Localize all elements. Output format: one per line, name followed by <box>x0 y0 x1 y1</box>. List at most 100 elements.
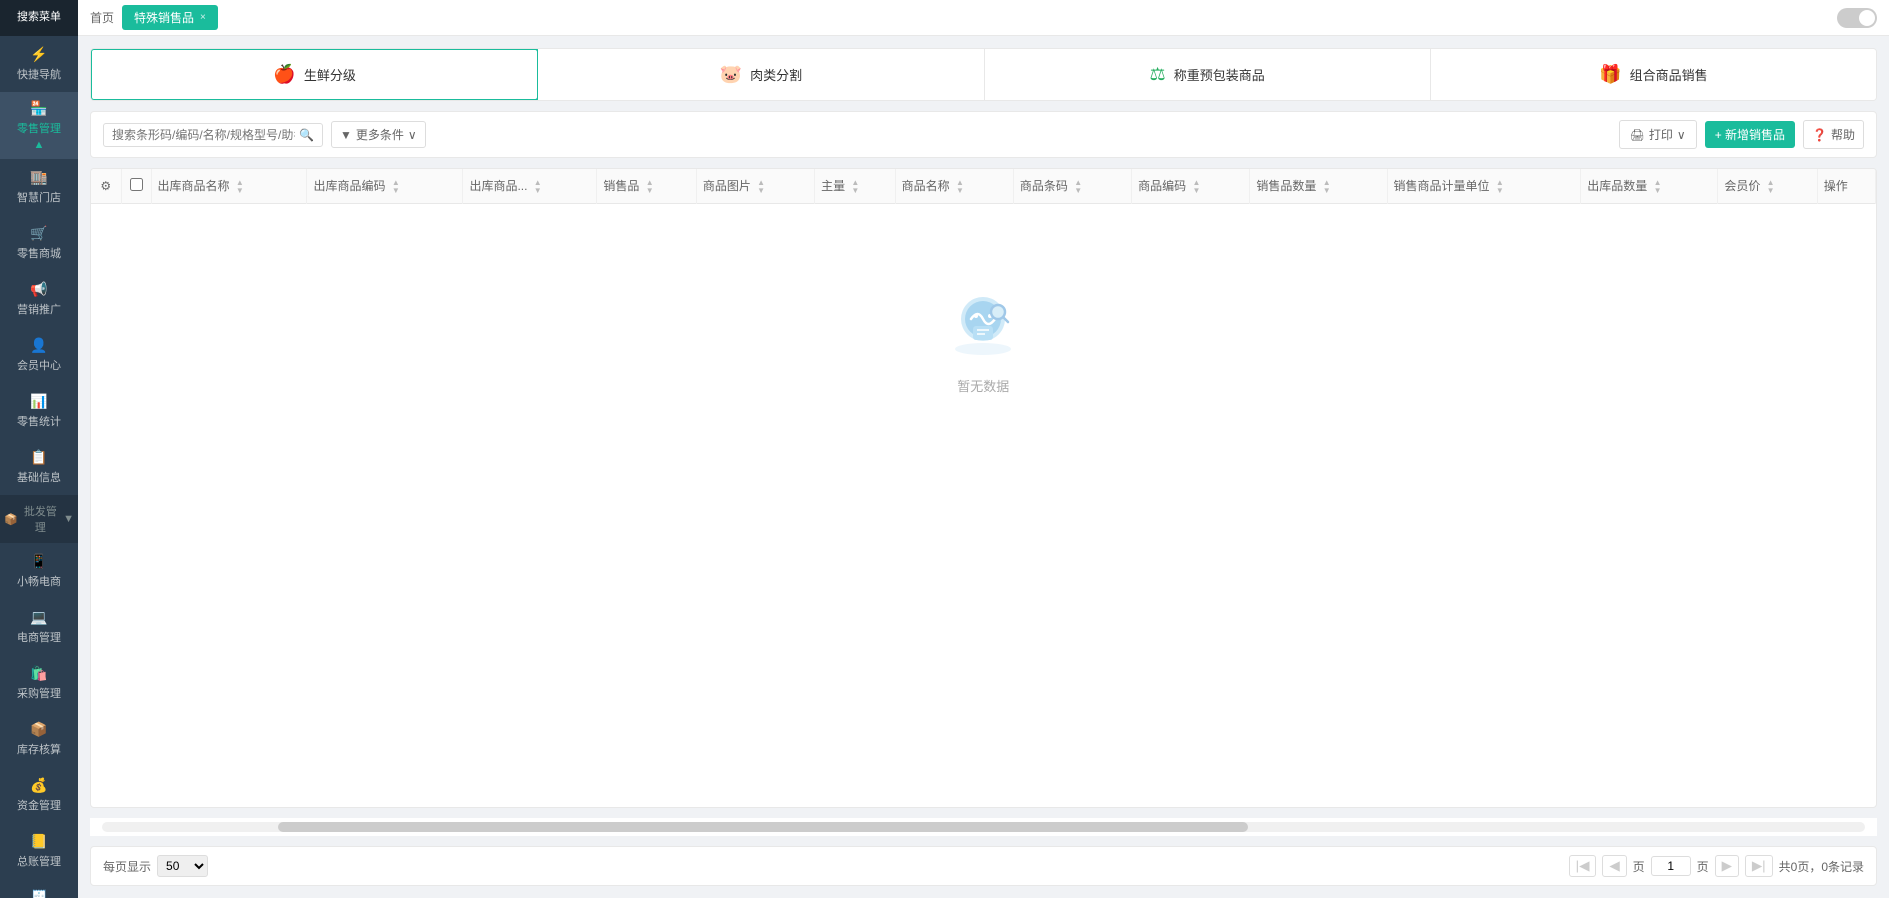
th-out-qty[interactable]: 出库品数量 ▲▼ <box>1581 169 1718 203</box>
chevron-down-icon: ▼ <box>63 513 74 525</box>
th-out-code[interactable]: 出库商品编码 ▲▼ <box>307 169 463 203</box>
th-out-spec[interactable]: 出库商品... ▲▼ <box>463 169 597 203</box>
sidebar-item-smart-store[interactable]: 🏬 智慧门店 <box>0 159 78 215</box>
tab-combo[interactable]: 🎁 组合商品销售 <box>1431 49 1876 100</box>
sidebar-item-basic-info[interactable]: 📋 基础信息 <box>0 439 78 495</box>
home-link[interactable]: 首页 <box>90 9 114 26</box>
horizontal-scrollbar[interactable] <box>102 822 1865 832</box>
select-all-checkbox[interactable] <box>130 178 143 191</box>
fresh-icon: 🍎 <box>273 64 295 85</box>
new-button[interactable]: + 新增销售品 <box>1705 121 1795 148</box>
sidebar-item-member-center[interactable]: 👤 会员中心 <box>0 327 78 383</box>
sort-icon: ▲▼ <box>1767 179 1775 195</box>
scrollbar-thumb[interactable] <box>278 822 1248 832</box>
sidebar-item-wholesale-mgmt[interactable]: 📦 批发管理 ▼ <box>0 495 78 543</box>
filter-icon: ▼ <box>340 128 352 142</box>
finance-icon: 💰 <box>30 777 47 794</box>
sidebar-item-label: 总账管理 <box>17 853 61 869</box>
sidebar-item-quick-nav[interactable]: ⚡ 快捷导航 <box>0 36 78 92</box>
sort-icon: ▲▼ <box>1193 179 1201 195</box>
main-content: 首页 特殊销售品 × 🍎 生鲜分级 🐷 肉类分割 ⚖ 称重预包装商品 <box>78 0 1889 898</box>
per-page-select[interactable]: 50 20 100 200 <box>157 855 208 877</box>
last-page-button[interactable]: ▶| <box>1745 855 1773 877</box>
sidebar-item-retail-stats[interactable]: 📊 零售统计 <box>0 383 78 439</box>
toolbar-right: 🖨 打印 ∨ + 新增销售品 ❓ 帮助 <box>1619 120 1864 149</box>
combo-icon: 🎁 <box>1599 64 1621 85</box>
page-label: 页 <box>1633 858 1645 875</box>
sidebar-item-invoice-mgmt[interactable]: 🧾 发票管理 <box>0 879 78 898</box>
sidebar-logo[interactable]: 搜索菜单 <box>0 0 78 36</box>
th-member-price[interactable]: 会员价 ▲▼ <box>1718 169 1817 203</box>
tab-meat[interactable]: 🐷 肉类分割 <box>538 49 984 100</box>
print-chevron: ∨ <box>1677 128 1686 142</box>
sort-icon: ▲▼ <box>646 179 654 195</box>
help-label: 帮助 <box>1831 126 1855 143</box>
sidebar-item-general-ledger[interactable]: 📒 总账管理 <box>0 823 78 879</box>
sidebar-item-purchase-mgmt[interactable]: 🛍️ 采购管理 <box>0 655 78 711</box>
sort-icon: ▲▼ <box>956 179 964 195</box>
first-page-button[interactable]: |◀ <box>1569 855 1597 877</box>
filter-button[interactable]: ▼ 更多条件 ∨ <box>331 121 426 148</box>
th-goods-code[interactable]: 商品编码 ▲▼ <box>1132 169 1250 203</box>
sidebar-item-label: 零售商城 <box>17 245 61 261</box>
sidebar-item-retail-mall[interactable]: 🛒 零售商城 <box>0 215 78 271</box>
sidebar-item-finance[interactable]: 💰 资金管理 <box>0 767 78 823</box>
th-actions: 操作 <box>1817 169 1875 203</box>
tab-scale[interactable]: ⚖ 称重预包装商品 <box>985 49 1431 100</box>
total-label: 共0页，0条记录 <box>1779 858 1864 875</box>
next-page-button[interactable]: ▶ <box>1715 855 1739 877</box>
sidebar-item-label: 小畅电商 <box>17 573 61 589</box>
per-page-label: 每页显示 <box>103 858 151 875</box>
th-weight[interactable]: 主量 ▲▼ <box>815 169 896 203</box>
search-box[interactable]: 🔍 <box>103 123 323 147</box>
tab-fresh-label: 生鲜分级 <box>304 65 356 84</box>
sidebar-item-marketing[interactable]: 📢 营销推广 <box>0 271 78 327</box>
retail-mall-icon: 🛒 <box>30 225 47 242</box>
search-input[interactable] <box>112 128 295 142</box>
active-tab[interactable]: 特殊销售品 × <box>122 5 218 30</box>
sidebar-item-inventory[interactable]: 📦 库存核算 <box>0 711 78 767</box>
close-tab-icon[interactable]: × <box>200 12 206 23</box>
page-input[interactable] <box>1651 856 1691 876</box>
th-sales-item[interactable]: 销售品 ▲▼ <box>597 169 696 203</box>
help-button[interactable]: ❓ 帮助 <box>1803 120 1864 149</box>
sidebar-item-retail-mgmt[interactable]: 🏪 零售管理 ▲ <box>0 92 78 159</box>
empty-state: 暂无数据 <box>91 204 1876 475</box>
wholesale-icon: 📦 <box>4 513 18 526</box>
th-out-name[interactable]: 出库商品名称 ▲▼ <box>151 169 307 203</box>
content-area: 🍎 生鲜分级 🐷 肉类分割 ⚖ 称重预包装商品 🎁 组合商品销售 🔍 <box>78 36 1889 898</box>
member-icon: 👤 <box>30 337 47 354</box>
th-checkbox[interactable] <box>121 169 151 203</box>
filter-label: 更多条件 <box>356 126 404 143</box>
topbar: 首页 特殊销售品 × <box>78 0 1889 36</box>
toggle-switch[interactable] <box>1837 8 1877 28</box>
th-img[interactable]: 商品图片 ▲▼ <box>696 169 814 203</box>
tab-meat-label: 肉类分割 <box>750 65 802 84</box>
th-sales-qty[interactable]: 销售品数量 ▲▼ <box>1250 169 1387 203</box>
marketing-icon: 📢 <box>30 281 47 298</box>
quick-nav-icon: ⚡ <box>30 46 47 63</box>
data-table: ⚙ 出库商品名称 ▲▼ 出库商品编码 ▲▼ 出库商品... ▲▼ <box>91 169 1876 475</box>
stats-icon: 📊 <box>30 393 47 410</box>
sidebar-item-label: 智慧门店 <box>17 189 61 205</box>
new-label: + 新增销售品 <box>1715 126 1785 143</box>
sort-icon: ▲▼ <box>1654 179 1662 195</box>
th-sales-unit[interactable]: 销售商品计量单位 ▲▼ <box>1387 169 1581 203</box>
sidebar-item-mini-ecom[interactable]: 📱 小畅电商 <box>0 543 78 599</box>
empty-illustration <box>943 284 1023 364</box>
sidebar-item-label: 营销推广 <box>17 301 61 317</box>
sidebar: 搜索菜单 ⚡ 快捷导航 🏪 零售管理 ▲ 🏬 智慧门店 🛒 零售商城 📢 营销推… <box>0 0 78 898</box>
page-size-control: 每页显示 50 20 100 200 <box>103 855 208 877</box>
sidebar-item-ecom-mgmt[interactable]: 💻 电商管理 <box>0 599 78 655</box>
tab-fresh[interactable]: 🍎 生鲜分级 <box>90 48 539 101</box>
toolbar: 🔍 ▼ 更多条件 ∨ 🖨 打印 ∨ + 新增销售品 ❓ <box>90 111 1877 158</box>
print-button[interactable]: 🖨 打印 ∨ <box>1619 120 1697 149</box>
pagination: 每页显示 50 20 100 200 |◀ ◀ 页 页 ▶ ▶| 共0页，0条记… <box>90 846 1877 886</box>
mini-ecom-icon: 📱 <box>30 553 47 570</box>
prev-page-button[interactable]: ◀ <box>1602 855 1626 877</box>
sort-icon: ▲▼ <box>534 179 542 195</box>
th-goods-name[interactable]: 商品名称 ▲▼ <box>895 169 1013 203</box>
purchase-icon: 🛍️ <box>30 665 47 682</box>
th-goods-barcode[interactable]: 商品条码 ▲▼ <box>1013 169 1131 203</box>
th-settings[interactable]: ⚙ <box>91 169 121 203</box>
